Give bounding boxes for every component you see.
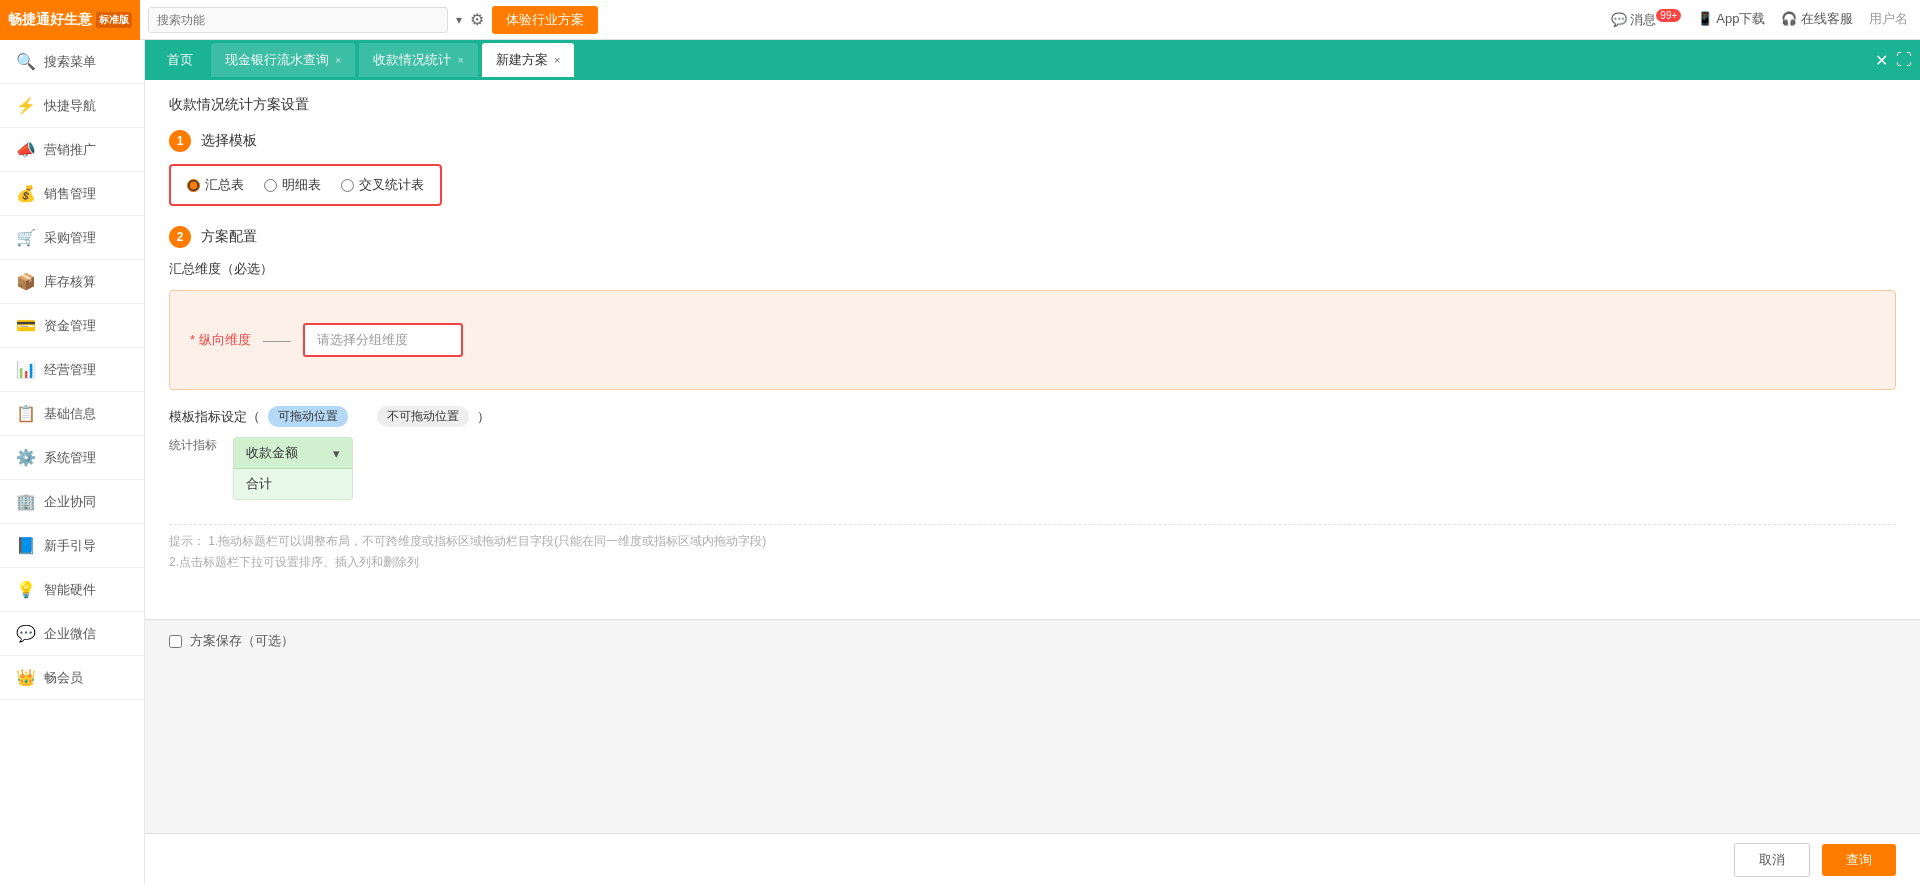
metrics-table-row: 合计 bbox=[234, 469, 352, 499]
content-area: 首页 现金银行流水查询 × 收款情况统计 × 新建方案 × ✕ ⛶ bbox=[145, 40, 1920, 885]
top-bar: 畅捷通好生意 标准版 ▾ ⚙ 体验行业方案 💬 消息99+ 📱 App下载 🎧 … bbox=[0, 0, 1920, 40]
building-icon: 🏢 bbox=[16, 492, 36, 511]
app-logo: 畅捷通好生意 标准版 bbox=[0, 0, 140, 40]
step2-number: 2 bbox=[169, 226, 191, 248]
radio-cross[interactable]: 交叉统计表 bbox=[341, 176, 424, 194]
sidebar-item-finance[interactable]: 💳 资金管理 bbox=[0, 304, 144, 348]
template-selector: 汇总表 明细表 交叉统计表 bbox=[169, 164, 442, 206]
close-window-icon[interactable]: ✕ bbox=[1875, 51, 1888, 70]
step2-title: 方案配置 bbox=[201, 228, 257, 246]
box-icon: 📦 bbox=[16, 272, 36, 291]
sidebar-item-smart-hardware[interactable]: 💡 智能硬件 bbox=[0, 568, 144, 612]
save-option-row: 方案保存（可选） bbox=[145, 619, 1920, 662]
money-icon: 💰 bbox=[16, 184, 36, 203]
step1-number: 1 bbox=[169, 130, 191, 152]
save-option-checkbox[interactable] bbox=[169, 635, 182, 648]
metrics-table-header: 收款金额 ▾ bbox=[234, 438, 352, 469]
arrow-icon: —— bbox=[263, 332, 291, 348]
tips-section: 提示： 1.拖动标题栏可以调整布局，不可跨维度或指标区域拖动栏目字段(只能在同一… bbox=[169, 524, 1896, 583]
sidebar-item-operations[interactable]: 📊 经营管理 bbox=[0, 348, 144, 392]
sidebar: 🔍 搜索菜单 ⚡ 快捷导航 📣 营销推广 💰 销售管理 🛒 采购管理 📦 库存核… bbox=[0, 40, 145, 885]
tab-bar: 首页 现金银行流水查询 × 收款情况统计 × 新建方案 × ✕ ⛶ bbox=[145, 40, 1920, 80]
sidebar-item-purchase[interactable]: 🛒 采购管理 bbox=[0, 216, 144, 260]
radio-detail[interactable]: 明细表 bbox=[264, 176, 321, 194]
maximize-window-icon[interactable]: ⛶ bbox=[1896, 51, 1912, 70]
metrics-table-area: 统计指标 收款金额 ▾ 合计 bbox=[169, 437, 1896, 500]
form-container: 收款情况统计方案设置 1 选择模板 汇总表 明细表 bbox=[145, 80, 1920, 619]
tab-bar-actions: ✕ ⛶ bbox=[1875, 51, 1912, 70]
search-icon: 🔍 bbox=[16, 52, 36, 71]
flash-icon: ⚡ bbox=[16, 96, 36, 115]
radio-summary[interactable]: 汇总表 bbox=[187, 176, 244, 194]
notifications-item[interactable]: 💬 消息99+ bbox=[1611, 10, 1682, 29]
save-option-label: 方案保存（可选） bbox=[190, 632, 294, 650]
chart-icon: 📊 bbox=[16, 360, 36, 379]
crown-icon: 👑 bbox=[16, 668, 36, 687]
page-title: 收款情况统计方案设置 bbox=[169, 96, 1896, 114]
card-icon: 💳 bbox=[16, 316, 36, 335]
sidebar-item-search[interactable]: 🔍 搜索菜单 bbox=[0, 40, 144, 84]
close-tab-bank-flow-icon[interactable]: × bbox=[335, 54, 341, 66]
cancel-button[interactable]: 取消 bbox=[1734, 843, 1810, 877]
main-layout: 🔍 搜索菜单 ⚡ 快捷导航 📣 营销推广 💰 销售管理 🛒 采购管理 📦 库存核… bbox=[0, 40, 1920, 885]
tab-receipts-stats[interactable]: 收款情况统计 × bbox=[359, 43, 477, 77]
sidebar-item-sales[interactable]: 💰 销售管理 bbox=[0, 172, 144, 216]
step1-header: 1 选择模板 bbox=[169, 130, 1896, 152]
step1-title: 选择模板 bbox=[201, 132, 257, 150]
gear-icon[interactable]: ⚙ bbox=[470, 10, 484, 29]
dimension-selector[interactable]: 请选择分组维度 bbox=[303, 323, 463, 357]
sidebar-item-wechat-work[interactable]: 💬 企业微信 bbox=[0, 612, 144, 656]
page-content: 收款情况统计方案设置 1 选择模板 汇总表 明细表 bbox=[145, 80, 1920, 833]
sidebar-item-member[interactable]: 👑 畅会员 bbox=[0, 656, 144, 700]
draggable-badge: 可拖动位置 bbox=[268, 406, 348, 427]
tab-home[interactable]: 首页 bbox=[153, 43, 207, 77]
vertical-dimension-label: * 纵向维度 bbox=[190, 331, 251, 349]
sidebar-item-beginner[interactable]: 📘 新手引导 bbox=[0, 524, 144, 568]
metrics-section: 模板指标设定（ 可拖动位置 不可拖动位置 ） 统计指标 bbox=[169, 406, 1896, 500]
sidebar-item-quicknav[interactable]: ⚡ 快捷导航 bbox=[0, 84, 144, 128]
step2-section: 2 方案配置 汇总维度（必选） * 纵向维度 —— 请选择分组维度 bbox=[169, 226, 1896, 583]
step2-header: 2 方案配置 bbox=[169, 226, 1896, 248]
cart-icon: 🛒 bbox=[16, 228, 36, 247]
sidebar-item-enterprise-collab[interactable]: 🏢 企业协同 bbox=[0, 480, 144, 524]
app-download-item[interactable]: 📱 App下载 bbox=[1697, 10, 1765, 28]
dimension-area: * 纵向维度 —— 请选择分组维度 bbox=[169, 290, 1896, 390]
stats-label-col: 统计指标 bbox=[169, 437, 217, 500]
book-icon: 📘 bbox=[16, 536, 36, 555]
wechat-icon: 💬 bbox=[16, 624, 36, 643]
tab-new-plan[interactable]: 新建方案 × bbox=[482, 43, 574, 77]
search-input[interactable] bbox=[148, 7, 448, 33]
bottom-bar: 取消 查询 bbox=[145, 833, 1920, 885]
top-bar-right: 💬 消息99+ 📱 App下载 🎧 在线客服 用户名 bbox=[1611, 10, 1908, 29]
sidebar-item-marketing[interactable]: 📣 营销推广 bbox=[0, 128, 144, 172]
industry-plan-button[interactable]: 体验行业方案 bbox=[492, 6, 598, 34]
sidebar-item-basic-info[interactable]: 📋 基础信息 bbox=[0, 392, 144, 436]
dimension-section-title: 汇总维度（必选） bbox=[169, 260, 1896, 278]
megaphone-icon: 📣 bbox=[16, 140, 36, 159]
dimension-row: * 纵向维度 —— 请选择分组维度 bbox=[190, 323, 463, 357]
metrics-label-row: 模板指标设定（ 可拖动位置 不可拖动位置 ） bbox=[169, 406, 1896, 427]
step1-section: 1 选择模板 汇总表 明细表 bbox=[169, 130, 1896, 206]
stats-section-label: 统计指标 bbox=[169, 437, 217, 454]
close-tab-new-plan-icon[interactable]: × bbox=[554, 54, 560, 66]
metrics-table: 收款金额 ▾ 合计 bbox=[233, 437, 353, 500]
metrics-dropdown-arrow-icon[interactable]: ▾ bbox=[333, 446, 340, 461]
non-draggable-badge: 不可拖动位置 bbox=[377, 406, 469, 427]
close-tab-receipts-stats-icon[interactable]: × bbox=[457, 54, 463, 66]
online-support-item[interactable]: 🎧 在线客服 bbox=[1781, 10, 1853, 28]
dropdown-arrow-icon[interactable]: ▾ bbox=[456, 13, 462, 27]
sidebar-item-system[interactable]: ⚙️ 系统管理 bbox=[0, 436, 144, 480]
settings-icon: ⚙️ bbox=[16, 448, 36, 467]
query-button[interactable]: 查询 bbox=[1822, 844, 1896, 876]
user-avatar[interactable]: 用户名 bbox=[1869, 10, 1908, 28]
bulb-icon: 💡 bbox=[16, 580, 36, 599]
clipboard-icon: 📋 bbox=[16, 404, 36, 423]
sidebar-item-inventory[interactable]: 📦 库存核算 bbox=[0, 260, 144, 304]
tab-bank-flow[interactable]: 现金银行流水查询 × bbox=[211, 43, 355, 77]
